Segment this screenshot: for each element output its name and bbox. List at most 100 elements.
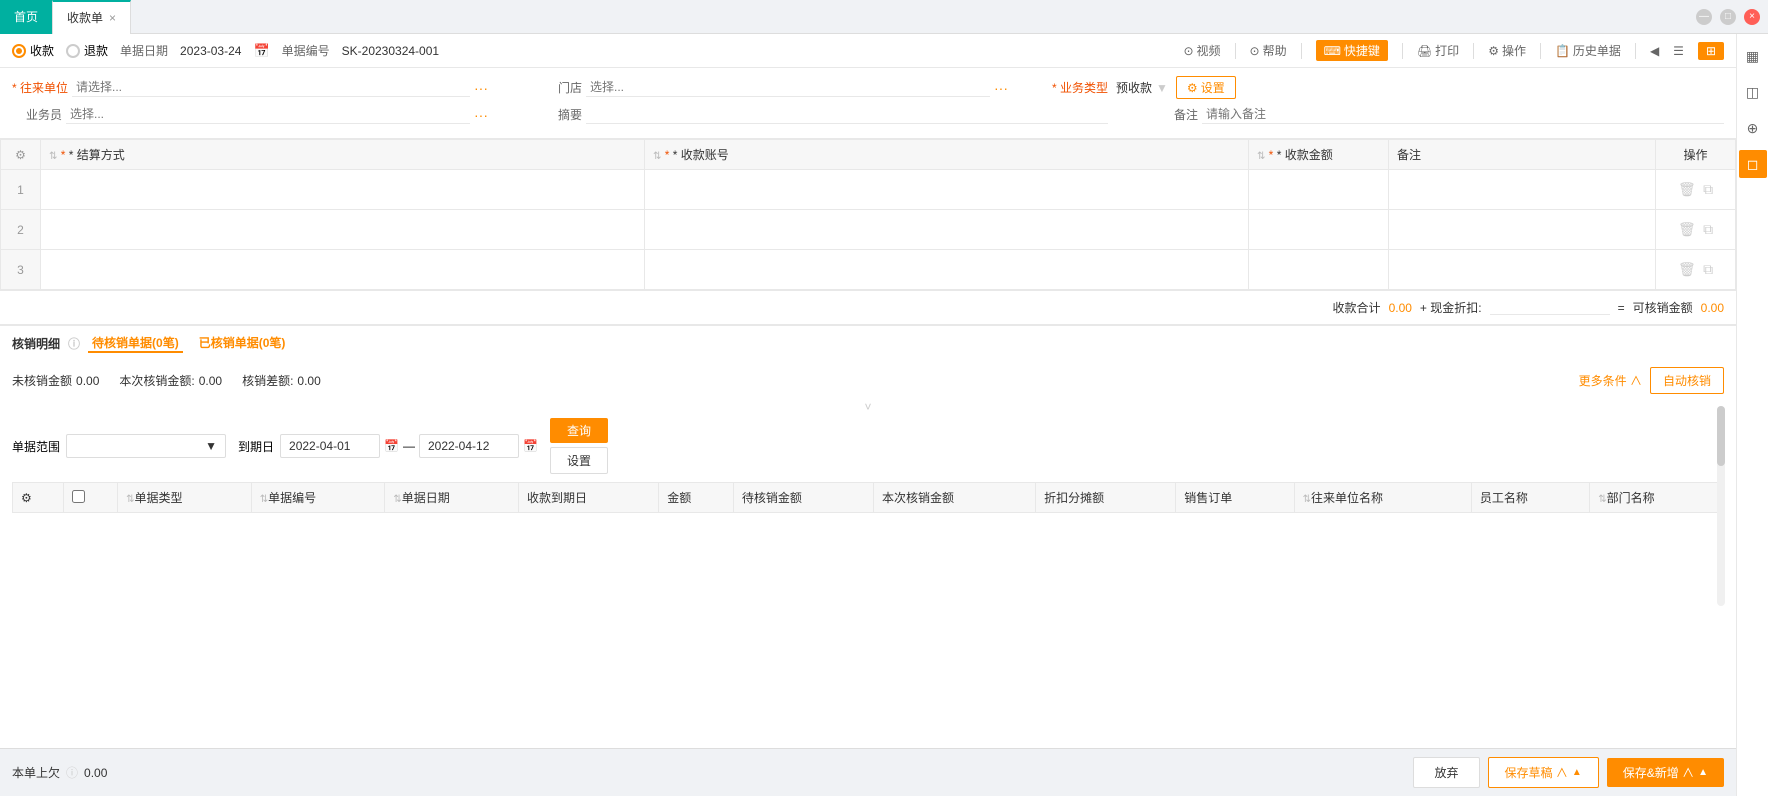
copy-icon-3[interactable]: ⧉	[1703, 261, 1713, 277]
close-button[interactable]: ×	[1744, 9, 1760, 25]
tab-home[interactable]: 首页	[0, 0, 52, 34]
th-remark: 备注	[1388, 140, 1655, 170]
done-tab[interactable]: 已核销单据(0笔)	[195, 334, 290, 353]
biz-type-field: * 业务类型 预收款 ▼ ⚙ 设置	[1052, 76, 1236, 99]
radio-receipt[interactable]: 收款	[12, 42, 54, 59]
scrollbar-thumb[interactable]	[1717, 406, 1725, 466]
shortcut-icon: ⌨	[1324, 44, 1341, 58]
info-icon-footer[interactable]: ⓘ	[66, 764, 78, 781]
current-stat: 本次核销金额: 0.00	[119, 372, 222, 389]
discount-input[interactable]	[1490, 300, 1610, 315]
row-settlement-1[interactable]	[41, 170, 645, 210]
biz-type-arrow[interactable]: ▼	[1156, 81, 1168, 95]
list-view-btn[interactable]: ☰	[1673, 44, 1684, 58]
radio-return[interactable]: 退款	[66, 42, 108, 59]
partner-more-btn[interactable]: ···	[470, 80, 492, 96]
layout-btn[interactable]: ◀	[1650, 44, 1659, 58]
info-icon[interactable]: ⓘ	[68, 335, 80, 352]
discard-button[interactable]: 放弃	[1413, 757, 1479, 788]
row-settlement-3[interactable]	[41, 250, 645, 290]
row-remark-3[interactable]	[1388, 250, 1655, 290]
operations-btn[interactable]: ⚙ 操作	[1488, 42, 1526, 59]
save-new-label: 保存&新增 ∧	[1623, 764, 1694, 781]
auto-writeoff-button[interactable]: 自动核销	[1650, 367, 1724, 394]
history-btn[interactable]: 📋 历史单据	[1555, 42, 1621, 59]
sidebar-icon-2[interactable]: ◫	[1739, 78, 1767, 106]
row-amount-2[interactable]	[1248, 210, 1388, 250]
query-button[interactable]: 查询	[550, 418, 608, 443]
row-remark-1[interactable]	[1388, 170, 1655, 210]
settings-button[interactable]: ⚙ 设置	[1176, 76, 1236, 99]
shop-more-btn[interactable]: ···	[990, 80, 1012, 96]
calendar-to-icon[interactable]: 📅	[523, 439, 538, 453]
save-draft-button[interactable]: 保存草稿 ∧ ▲	[1488, 757, 1599, 788]
date-to-input[interactable]	[419, 434, 519, 458]
sidebar-icon-1[interactable]: ▦	[1739, 42, 1767, 70]
select-all-checkbox[interactable]	[72, 490, 85, 503]
wth-doc-num: ⇅单据编号	[251, 483, 385, 513]
delete-icon-1[interactable]: 🗑	[1678, 181, 1696, 197]
print-btn[interactable]: 🖨 打印	[1417, 42, 1459, 59]
row-remark-2[interactable]	[1388, 210, 1655, 250]
current-value: 0.00	[199, 374, 222, 388]
minimize-button[interactable]: —	[1696, 9, 1712, 25]
table-row: 1 🗑 ⧉	[1, 170, 1736, 210]
operations-label: 操作	[1502, 42, 1526, 59]
row-settlement-2[interactable]	[41, 210, 645, 250]
grid-view-btn[interactable]: ⊞	[1698, 42, 1724, 60]
row-ops-3: 🗑 ⧉	[1656, 250, 1736, 290]
row-amount-1[interactable]	[1248, 170, 1388, 210]
remark-field: 备注	[1148, 105, 1724, 124]
maximize-button[interactable]: □	[1720, 9, 1736, 25]
shop-input[interactable]	[586, 78, 990, 97]
writeoff-table: ⚙ ⇅单据类型 ⇅单据编号 ⇅单据日期 收款到期日 金额 待核销金额 本次核销金…	[12, 482, 1724, 513]
history-icon: 📋	[1555, 44, 1570, 58]
help-btn[interactable]: ⊙ 帮助	[1250, 42, 1287, 59]
video-btn[interactable]: ⊙ 视频	[1183, 42, 1220, 59]
available-label: 可核销金额	[1633, 299, 1693, 316]
filter-form-row: 单据范围 ▼ 到期日 📅 — 📅 查询 设置	[12, 418, 1724, 474]
video-icon: ⊙	[1183, 44, 1193, 58]
operations-icon: ⚙	[1488, 44, 1499, 58]
row-account-3[interactable]	[644, 250, 1248, 290]
copy-icon-2[interactable]: ⧉	[1703, 221, 1713, 237]
pending-tab[interactable]: 待核销单据(0笔)	[88, 334, 183, 353]
wth-settings[interactable]: ⚙	[13, 483, 64, 513]
writeoff-title: 核销明细 ⓘ 待核销单据(0笔) 已核销单据(0笔)	[12, 334, 1724, 353]
staff-more-btn[interactable]: ···	[470, 107, 492, 123]
more-conditions-btn[interactable]: 更多条件 ∧	[1579, 372, 1642, 389]
tab-receipt[interactable]: 收款单 ×	[52, 0, 131, 34]
help-icon: ⊙	[1250, 44, 1260, 58]
shortcut-btn[interactable]: ⌨ 快捷键	[1316, 40, 1388, 61]
delete-icon-3[interactable]: 🗑	[1678, 261, 1696, 277]
biz-type-value: 预收款	[1116, 79, 1152, 96]
range-select[interactable]: ▼	[66, 434, 226, 458]
staff-input[interactable]	[66, 105, 470, 124]
calendar-from-icon[interactable]: 📅	[384, 439, 399, 453]
remark-input[interactable]	[1202, 105, 1724, 124]
date-value[interactable]: 2023-03-24	[180, 44, 241, 58]
date-from-input[interactable]	[280, 434, 380, 458]
row-account-1[interactable]	[644, 170, 1248, 210]
wth-sales-order: 销售订单	[1176, 483, 1294, 513]
delete-icon-2[interactable]: 🗑	[1678, 221, 1696, 237]
tab-receipt-close[interactable]: ×	[109, 11, 116, 25]
wth-checkbox[interactable]	[63, 483, 118, 513]
date-separator: —	[403, 439, 415, 453]
copy-icon-1[interactable]: ⧉	[1703, 181, 1713, 197]
number-value[interactable]: SK-20230324-001	[342, 44, 439, 58]
calendar-icon[interactable]: 📅	[253, 43, 269, 59]
save-new-button[interactable]: 保存&新增 ∧ ▲	[1607, 758, 1724, 787]
summary-input[interactable]	[586, 105, 1108, 124]
th-settings[interactable]: ⚙	[1, 140, 41, 170]
range-arrow: ▼	[205, 439, 217, 453]
partner-input[interactable]	[72, 78, 470, 97]
filter-collapse-arrow[interactable]: ˅	[12, 400, 1724, 414]
footer-left: 本单上欠 ⓘ 0.00	[12, 764, 107, 781]
th-settlement: ⇅ * * 结算方式	[41, 140, 645, 170]
row-account-2[interactable]	[644, 210, 1248, 250]
sidebar-icon-3[interactable]: ⊕	[1739, 114, 1767, 142]
row-amount-3[interactable]	[1248, 250, 1388, 290]
sidebar-icon-4[interactable]: ◻	[1739, 150, 1767, 178]
set-button[interactable]: 设置	[550, 447, 608, 474]
